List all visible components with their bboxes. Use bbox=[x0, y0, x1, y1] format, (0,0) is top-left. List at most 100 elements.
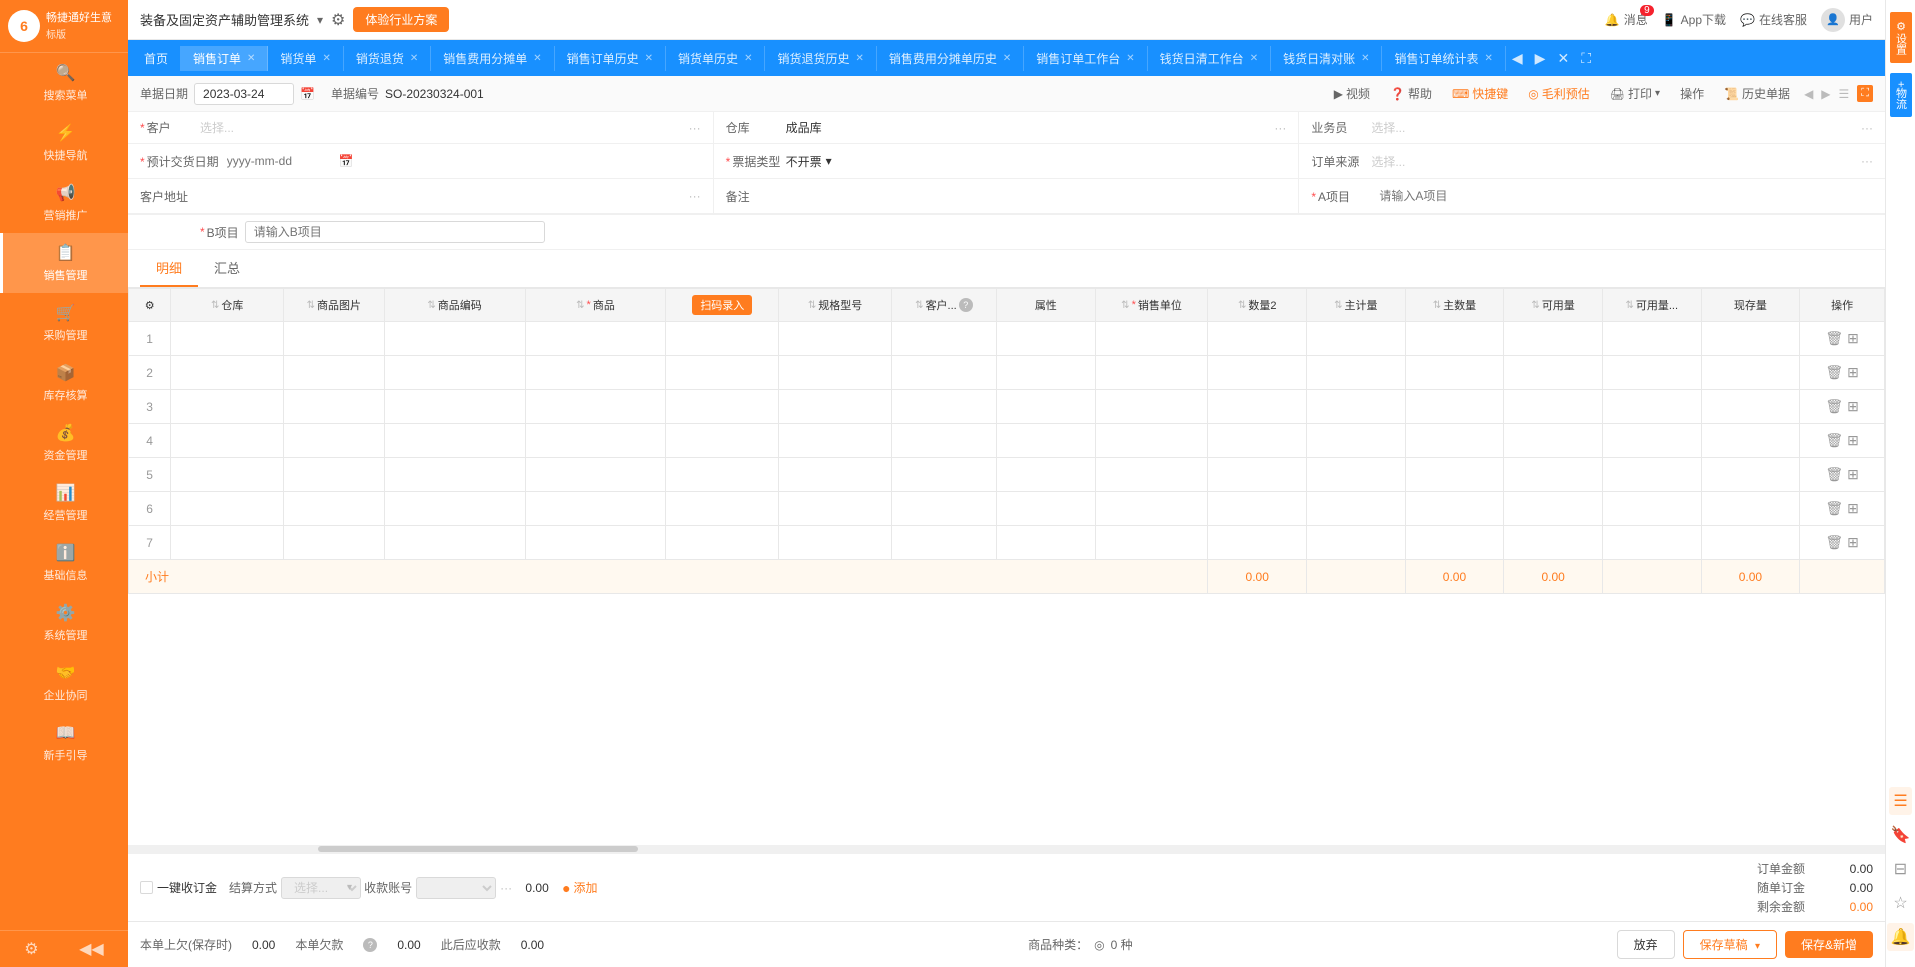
help-btn[interactable]: ❓ 帮助 bbox=[1384, 82, 1438, 105]
available-sort-icon[interactable]: ⇅ bbox=[1531, 300, 1539, 311]
tab-close-icon[interactable]: ✕ bbox=[1250, 53, 1258, 64]
date-input[interactable] bbox=[194, 83, 294, 105]
payment-method-select[interactable]: 选择... bbox=[281, 877, 361, 899]
sidebar-item-cooperation[interactable]: 🤝 企业协同 bbox=[0, 653, 128, 713]
row-custcode[interactable] bbox=[891, 322, 996, 356]
row-code[interactable] bbox=[384, 322, 525, 356]
staff-value[interactable]: 选择... bbox=[1371, 119, 1861, 136]
toolbar-grid-icon[interactable]: ☰ bbox=[1839, 87, 1850, 101]
a-project-input[interactable] bbox=[1371, 186, 1873, 206]
row-delete-icon[interactable]: 🗑 bbox=[1825, 330, 1843, 347]
row-delete-icon[interactable]: 🗑 bbox=[1825, 432, 1843, 449]
main-unit-sort-icon[interactable]: ⇅ bbox=[1334, 300, 1342, 311]
spec-sort-icon[interactable]: ⇅ bbox=[808, 300, 816, 311]
sidebar-settings-icon[interactable]: ⚙ bbox=[24, 939, 38, 959]
tab-reconcile[interactable]: 钱货日清对账 ✕ bbox=[1271, 46, 1382, 71]
right-panel-list-icon[interactable]: ☰ bbox=[1889, 787, 1911, 815]
delivery-input[interactable] bbox=[219, 151, 339, 171]
toolbar-nav-prev[interactable]: ◀ bbox=[1804, 87, 1813, 101]
right-panel-bookmark-icon[interactable]: 🔖 bbox=[1887, 821, 1915, 849]
history-btn[interactable]: 📜 历史单据 bbox=[1718, 82, 1796, 105]
profit-btn[interactable]: ◎ 毛利预估 bbox=[1522, 82, 1596, 105]
tab-close-icon[interactable]: ✕ bbox=[247, 53, 255, 64]
order-source-expand-icon[interactable]: ··· bbox=[1861, 154, 1873, 168]
row-delete-icon[interactable]: 🗑 bbox=[1825, 364, 1843, 381]
one-click-checkbox[interactable] bbox=[140, 881, 153, 894]
code-sort-icon[interactable]: ⇅ bbox=[427, 300, 435, 311]
discard-button[interactable]: 放弃 bbox=[1617, 930, 1675, 959]
settings-icon[interactable]: ⚙ bbox=[145, 300, 155, 312]
tab-order-workbench[interactable]: 销售订单工作台 ✕ bbox=[1024, 46, 1147, 71]
calendar-icon[interactable]: 📅 bbox=[300, 87, 315, 101]
customer-expand-icon[interactable]: ··· bbox=[689, 121, 701, 135]
warehouse-sort-icon[interactable]: ⇅ bbox=[211, 300, 219, 311]
goods-sidebar-btn[interactable]: +物流 bbox=[1890, 73, 1912, 117]
tab-close-icon[interactable]: ✕ bbox=[1485, 53, 1493, 64]
notification-item[interactable]: 🔔 9 消息 bbox=[1605, 11, 1648, 28]
tab-close-icon[interactable]: ✕ bbox=[1361, 53, 1369, 64]
row-product[interactable] bbox=[525, 322, 666, 356]
sidebar-item-nav[interactable]: ⚡ 快捷导航 bbox=[0, 113, 128, 173]
available2-sort-icon[interactable]: ⇅ bbox=[1625, 300, 1633, 311]
tab-close-icon[interactable]: ✕ bbox=[744, 53, 752, 64]
tab-maximize-icon[interactable]: ⛶ bbox=[1575, 46, 1597, 71]
tab-sales-bill[interactable]: 销货单 ✕ bbox=[268, 46, 343, 71]
toolbar-fullscreen-icon[interactable]: ⛶ bbox=[1857, 85, 1873, 102]
industry-btn[interactable]: 体验行业方案 bbox=[353, 7, 449, 32]
main-qty-sort-icon[interactable]: ⇅ bbox=[1433, 300, 1441, 311]
sidebar-item-inventory[interactable]: 📦 库存核算 bbox=[0, 353, 128, 413]
sidebar-item-purchase[interactable]: 🛒 采购管理 bbox=[0, 293, 128, 353]
row-copy-icon[interactable]: ⊞ bbox=[1847, 466, 1859, 483]
custcode-info-icon[interactable]: ? bbox=[959, 298, 973, 312]
row-copy-icon[interactable]: ⊞ bbox=[1847, 364, 1859, 381]
right-panel-layout-icon[interactable]: ⊟ bbox=[1890, 855, 1911, 883]
b-project-input[interactable] bbox=[245, 221, 545, 243]
row-copy-icon[interactable]: ⊞ bbox=[1847, 500, 1859, 517]
tab-close-icon[interactable]: ✕ bbox=[855, 53, 863, 64]
qty2-sort-icon[interactable]: ⇅ bbox=[1238, 300, 1246, 311]
row-attribute[interactable] bbox=[997, 322, 1096, 356]
topbar-settings-icon[interactable]: ⚙ bbox=[331, 10, 345, 30]
row-delete-icon[interactable]: 🗑 bbox=[1825, 500, 1843, 517]
tab-fee-hist[interactable]: 销售费用分摊单历史 ✕ bbox=[877, 46, 1024, 71]
tab-next-icon[interactable]: ▶ bbox=[1529, 46, 1552, 71]
row-spec[interactable] bbox=[779, 322, 892, 356]
row-delete-icon[interactable]: 🗑 bbox=[1825, 534, 1843, 551]
system-dropdown[interactable]: ▾ bbox=[317, 13, 323, 27]
product-sort-icon[interactable]: ⇅ bbox=[576, 300, 584, 311]
tab-sales-order-hist[interactable]: 销售订单历史 ✕ bbox=[555, 46, 666, 71]
image-sort-icon[interactable]: ⇅ bbox=[307, 300, 315, 311]
operation-btn[interactable]: 操作 bbox=[1674, 82, 1710, 105]
tab-close-icon[interactable]: ✕ bbox=[645, 53, 653, 64]
scan-btn[interactable]: 扫码录入 bbox=[692, 295, 752, 315]
tab-stats[interactable]: 销售订单统计表 ✕ bbox=[1382, 46, 1505, 71]
sidebar-item-guide[interactable]: 📖 新手引导 bbox=[0, 713, 128, 773]
tab-home[interactable]: 首页 bbox=[132, 46, 181, 71]
sidebar-item-search[interactable]: 🔍 搜索菜单 bbox=[0, 53, 128, 113]
tab-detail[interactable]: 明细 bbox=[140, 250, 198, 287]
sidebar-item-system[interactable]: ⚙️ 系统管理 bbox=[0, 593, 128, 653]
tab-daily-clear[interactable]: 钱货日清工作台 ✕ bbox=[1148, 46, 1271, 71]
tab-summary[interactable]: 汇总 bbox=[198, 250, 256, 287]
tab-prev-icon[interactable]: ◀ bbox=[1506, 46, 1529, 71]
tab-sales-fee[interactable]: 销售费用分摊单 ✕ bbox=[431, 46, 554, 71]
tab-sales-order[interactable]: 销售订单 ✕ bbox=[181, 46, 268, 71]
tab-close-icon[interactable]: ✕ bbox=[1003, 53, 1011, 64]
save-draft-dropdown-icon[interactable]: ▾ bbox=[1755, 941, 1760, 952]
tab-close-icon[interactable]: ✕ bbox=[1126, 53, 1134, 64]
row-copy-icon[interactable]: ⊞ bbox=[1847, 330, 1859, 347]
unit-sort-icon[interactable]: ⇅ bbox=[1121, 300, 1129, 311]
right-panel-alert-icon[interactable]: 🔔 bbox=[1887, 923, 1915, 951]
row-copy-icon[interactable]: ⊞ bbox=[1847, 398, 1859, 415]
account-expand-icon[interactable]: ··· bbox=[500, 881, 512, 895]
sidebar-item-management[interactable]: 📊 经营管理 bbox=[0, 473, 128, 533]
this-credit-info-icon[interactable]: ? bbox=[363, 938, 377, 952]
tab-sales-bill-hist[interactable]: 销货单历史 ✕ bbox=[666, 46, 765, 71]
add-payment-btn[interactable]: ● 添加 bbox=[562, 879, 597, 896]
tab-sales-return[interactable]: 销货退货 ✕ bbox=[344, 46, 431, 71]
row-delete-icon[interactable]: 🗑 bbox=[1825, 466, 1843, 483]
settings-sidebar-btn[interactable]: ⚙设置 bbox=[1890, 12, 1912, 63]
tab-close-icon[interactable]: ✕ bbox=[410, 53, 418, 64]
user-item[interactable]: 👤 用户 bbox=[1821, 8, 1873, 32]
row-copy-icon[interactable]: ⊞ bbox=[1847, 432, 1859, 449]
